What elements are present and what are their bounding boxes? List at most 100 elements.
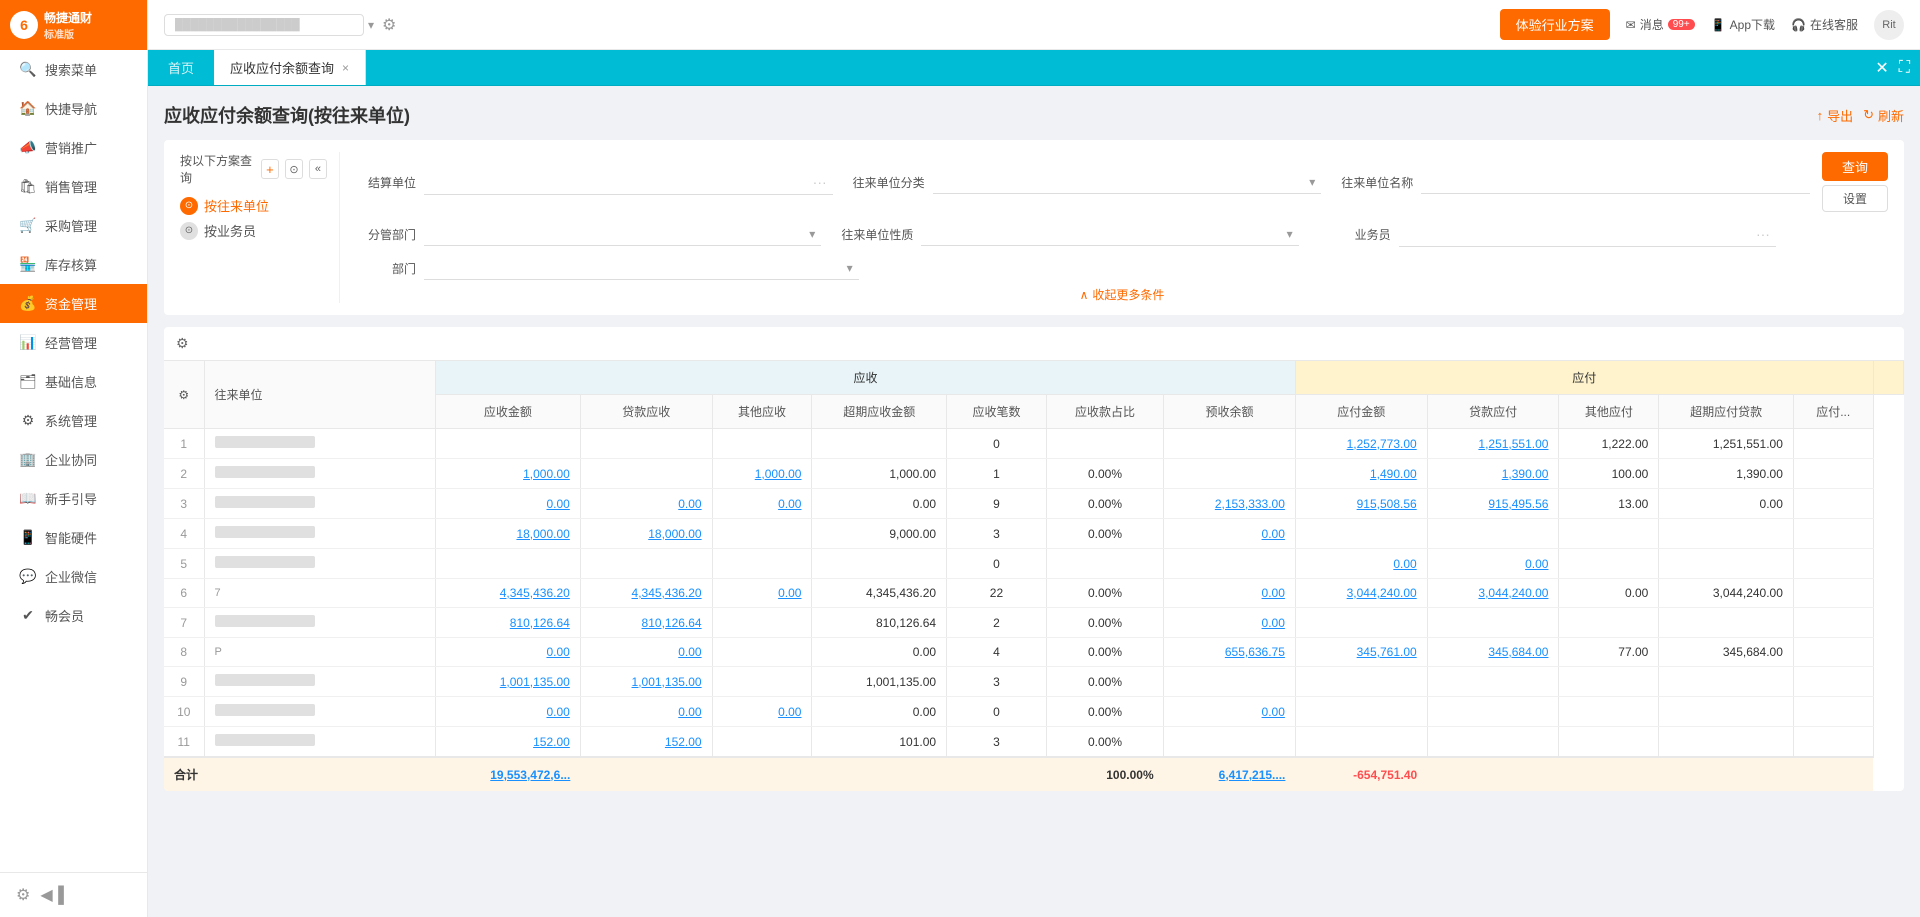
- query-panel: 按以下方案查询 + ⊙ « ⊙ 按往来单位 ⊙ 按业务员: [164, 140, 1904, 315]
- header-dropdown-icon[interactable]: ▾: [368, 18, 374, 32]
- col-ap-loan: 贷款应付: [1427, 395, 1559, 429]
- logo-text: 畅捷通财: [44, 9, 92, 26]
- sidebar-item-purchase[interactable]: 🛒 采购管理: [0, 206, 147, 245]
- table-row: 8 P 0.00 0.00 0.00 4 0.00% 655,636.75 34…: [164, 638, 1904, 667]
- field-settlement-dots: ···: [813, 174, 827, 190]
- sidebar-gear-icon[interactable]: ⚙: [16, 885, 30, 905]
- sidebar: 6 畅捷通财 标准版 🔍 搜索菜单 🏠 快捷导航 📣 营销推广 🛍 销售管理 🛒…: [0, 0, 148, 917]
- table-row: 7 810,126.64 810,126.64 810,126.64 2 0.0…: [164, 608, 1904, 638]
- sidebar-item-enterprise[interactable]: 🏢 企业协同: [0, 440, 147, 479]
- tab-window-actions: ✕ ⛶: [1875, 58, 1920, 78]
- field-settlement-label: 结算单位: [356, 174, 416, 191]
- sidebar-item-operations[interactable]: 📊 经营管理: [0, 323, 147, 362]
- sidebar-item-search[interactable]: 🔍 搜索菜单: [0, 50, 147, 89]
- solution-btn[interactable]: 体验行业方案: [1500, 9, 1610, 40]
- export-icon: ↑: [1817, 108, 1824, 123]
- table-body: 1 0 1,252,773.00 1,251,551.00 1,222.00 1…: [164, 429, 1904, 758]
- col-ar-overdue: 超期应收金额: [812, 395, 947, 429]
- app-download-btn[interactable]: 📱 App下载: [1711, 16, 1775, 33]
- page-actions: ↑ 导出 ↻ 刷新: [1817, 106, 1904, 125]
- collapse-more-btn[interactable]: ∧ 收起更多条件: [356, 286, 1888, 303]
- sidebar-bottom: ⚙ ◀▐: [0, 872, 147, 917]
- query-option-salesman-label: 按业务员: [204, 221, 256, 240]
- col-ar-amount: 应收金额: [436, 395, 581, 429]
- sidebar-item-marketing[interactable]: 📣 营销推广: [0, 128, 147, 167]
- search-placeholder-text: ████████████████: [175, 19, 300, 31]
- table-toolbar: ⚙: [164, 327, 1904, 361]
- query-option-salesman[interactable]: ⊙ 按业务员: [180, 221, 327, 240]
- sidebar-item-basic-info[interactable]: 🗂 基础信息: [0, 362, 147, 401]
- message-label: 消息: [1640, 16, 1664, 33]
- query-row-2: 分管部门 ▾ 往来单位性质 ▾: [356, 222, 1888, 247]
- query-option-unit[interactable]: ⊙ 按往来单位: [180, 196, 327, 215]
- field-dept-manager: 分管部门 ▾: [356, 223, 821, 246]
- field-unit-category-select[interactable]: ▾: [933, 171, 1322, 194]
- sidebar-item-system[interactable]: ⚙ 系统管理: [0, 401, 147, 440]
- footer-ap-amount: -654,751.40: [1295, 757, 1427, 791]
- smart-hw-icon: 📱: [19, 529, 37, 547]
- settings-btn[interactable]: 设置: [1822, 185, 1888, 212]
- sidebar-item-inventory[interactable]: 🏪 库存核算: [0, 245, 147, 284]
- field-unit-name-input[interactable]: [1421, 171, 1810, 194]
- tab-home[interactable]: 首页: [148, 50, 214, 85]
- home-icon: 🏠: [19, 100, 37, 118]
- field-salesman-input[interactable]: ···: [1399, 222, 1776, 247]
- export-btn[interactable]: ↑ 导出: [1817, 106, 1854, 125]
- window-maximize-icon[interactable]: ⛶: [1899, 59, 1910, 77]
- field-salesman: 业务员 ···: [1311, 222, 1776, 247]
- logo-version: 标准版: [44, 26, 92, 41]
- tab-bar: 首页 应收应付余额查询 × ✕ ⛶: [148, 50, 1920, 86]
- window-close-icon[interactable]: ✕: [1875, 58, 1888, 78]
- field-salesman-dots: ···: [1756, 226, 1770, 242]
- field-dept-arrow: ▾: [847, 261, 853, 275]
- query-form: 结算单位 ··· 往来单位分类 ▾: [356, 152, 1888, 303]
- search-icon: 🔍: [19, 61, 37, 79]
- query-panel-inner: 按以下方案查询 + ⊙ « ⊙ 按往来单位 ⊙ 按业务员: [180, 152, 1888, 303]
- sales-icon: 🛍: [19, 178, 37, 196]
- sidebar-item-sales[interactable]: 🛍 销售管理: [0, 167, 147, 206]
- header-search-area: ████████████████ ▾ ⚙: [164, 14, 1500, 36]
- sidebar-item-quick-nav[interactable]: 🏠 快捷导航: [0, 89, 147, 128]
- system-icon: ⚙: [19, 412, 37, 430]
- online-service-btn[interactable]: 🎧 在线客服: [1791, 16, 1858, 33]
- query-options-panel: 按以下方案查询 + ⊙ « ⊙ 按往来单位 ⊙ 按业务员: [180, 152, 340, 303]
- tab-ar-query[interactable]: 应收应付余额查询 ×: [214, 50, 366, 85]
- field-unit-nature-select[interactable]: ▾: [921, 223, 1298, 246]
- col-ap-amount: 应付金额: [1295, 395, 1427, 429]
- field-settlement-input[interactable]: ···: [424, 170, 833, 195]
- collapse-query-btn[interactable]: «: [309, 159, 327, 179]
- field-dept-select[interactable]: ▾: [424, 257, 859, 280]
- query-btn[interactable]: 查询: [1822, 152, 1888, 181]
- col-ar-loan: 贷款应收: [580, 395, 712, 429]
- query-options-header: 按以下方案查询 + ⊙ «: [180, 152, 327, 186]
- tab-close-icon[interactable]: ×: [342, 61, 349, 75]
- refresh-btn[interactable]: ↻ 刷新: [1863, 106, 1904, 125]
- footer-ar-amount: 19,553,472,6...: [436, 757, 581, 791]
- query-row-3: 部门 ▾: [356, 257, 1888, 280]
- message-btn[interactable]: ✉ 消息 99+: [1626, 16, 1695, 33]
- table-scroll-area[interactable]: ⚙ 往来单位 应收 应付 应收金额 贷款应收 其他应收 超期应收金额: [164, 361, 1904, 791]
- table-settings-icon[interactable]: ⚙: [176, 335, 189, 352]
- field-unit-category-label: 往来单位分类: [845, 174, 925, 191]
- collapse-up-icon: ∧: [1080, 288, 1089, 302]
- add-query-btn[interactable]: +: [261, 159, 279, 179]
- sidebar-item-wechat[interactable]: 💬 企业微信: [0, 557, 147, 596]
- field-dept-manager-select[interactable]: ▾: [424, 223, 821, 246]
- table-footer-row: 合计 19,553,472,6... 100.00% 6,417,215....…: [164, 757, 1904, 791]
- sidebar-item-finance[interactable]: 💰 资金管理: [0, 284, 147, 323]
- sidebar-collapse-icon[interactable]: ◀▐: [40, 885, 64, 905]
- footer-label: 合计: [164, 757, 436, 791]
- footer-ar-ratio: 100.00%: [1046, 757, 1163, 791]
- sidebar-item-guide[interactable]: 📖 新手引导: [0, 479, 147, 518]
- user-avatar[interactable]: Rit: [1874, 10, 1904, 40]
- page-title: 应收应付余额查询(按往来单位): [164, 102, 410, 128]
- app-logo: 6 畅捷通财 标准版: [0, 0, 147, 50]
- field-salesman-label: 业务员: [1311, 226, 1391, 243]
- header-search-box: ████████████████: [164, 14, 364, 36]
- settings-query-btn[interactable]: ⊙: [285, 159, 303, 179]
- col-ar-other: 其他应收: [712, 395, 812, 429]
- header-gear-icon[interactable]: ⚙: [382, 15, 396, 35]
- enterprise-icon: 🏢: [19, 451, 37, 469]
- sidebar-item-smart-hw[interactable]: 📱 智能硬件: [0, 518, 147, 557]
- sidebar-item-member[interactable]: ✔ 畅会员: [0, 596, 147, 635]
